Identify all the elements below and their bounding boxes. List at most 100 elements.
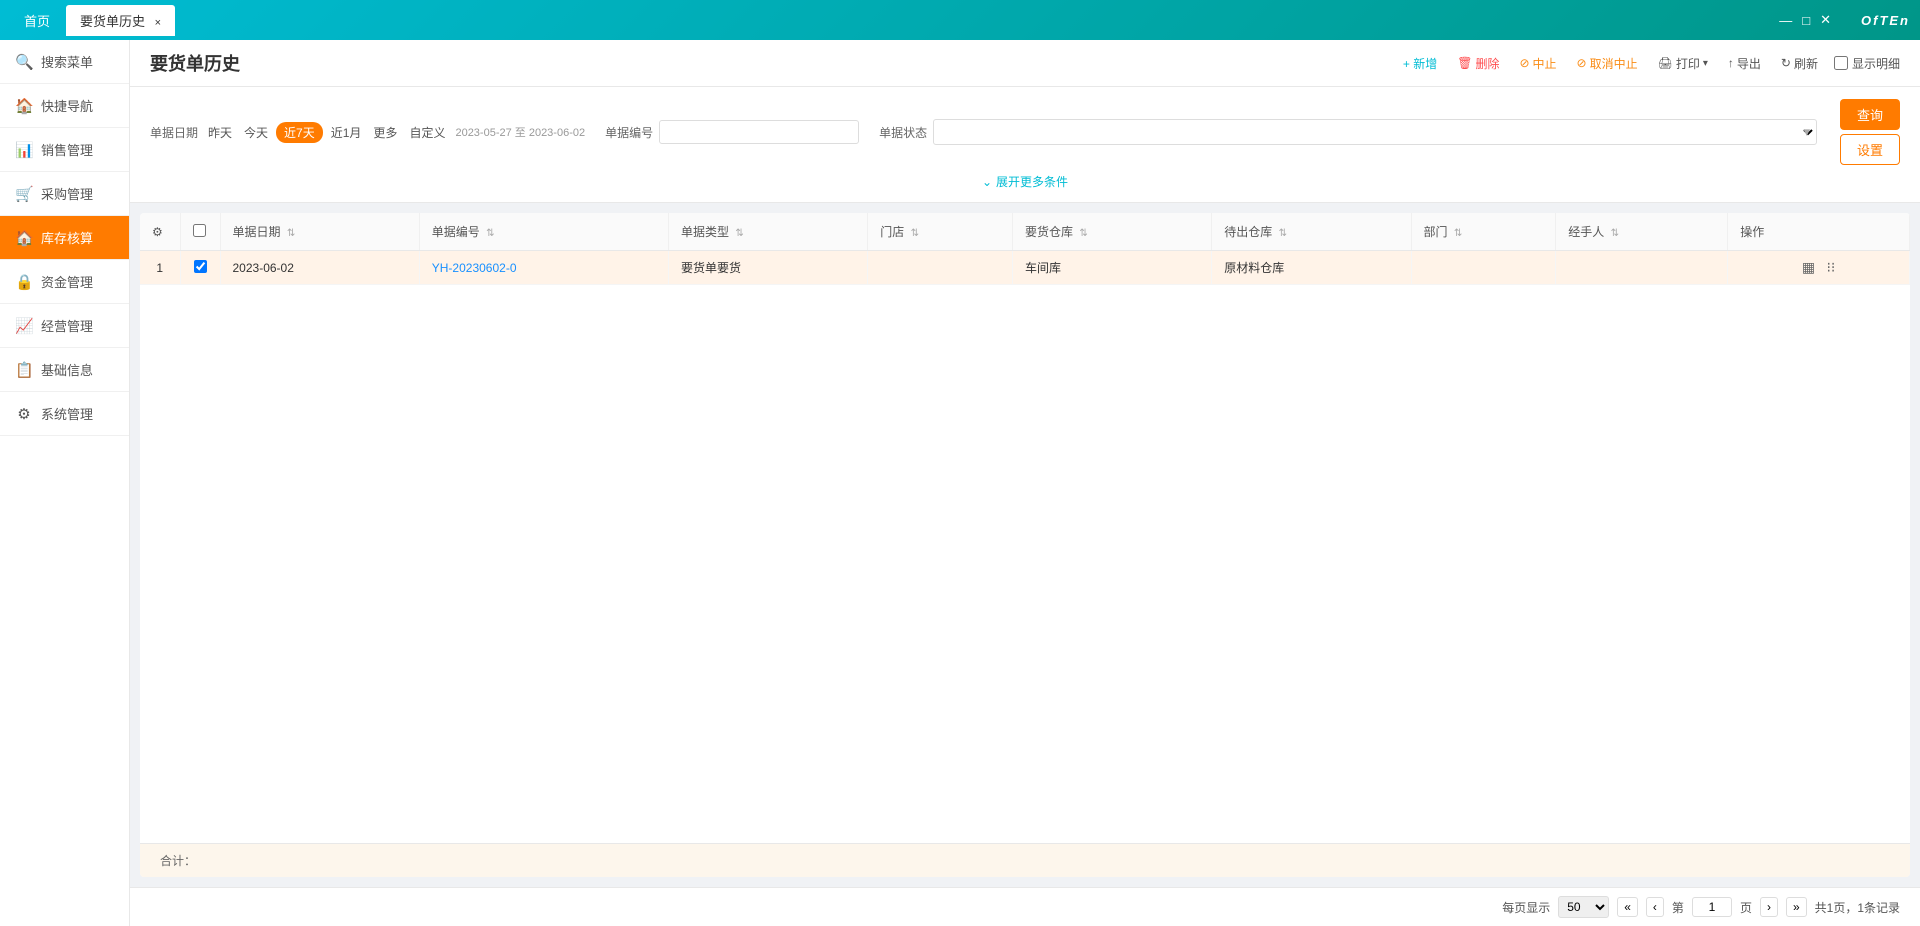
table-body: 1 2023-06-02 YH-20230602-0 要货单要货 车间库 原材料… — [140, 251, 1910, 285]
row-edit-icon[interactable]: ▦ — [1798, 257, 1819, 277]
print-icon: 🖨 — [1658, 56, 1673, 70]
cell-req-warehouse: 车间库 — [1012, 251, 1211, 285]
sidebar-item-search-menu[interactable]: 🔍 搜索菜单 — [0, 40, 129, 84]
cell-row-num: 1 — [140, 251, 180, 285]
sidebar-item-system-mgmt[interactable]: ⚙ 系统管理 — [0, 392, 129, 436]
table-scroll[interactable]: ⚙ 单据日期 ⇅ 单据编号 ⇅ — [140, 213, 1910, 843]
col-dept-label: 部门 — [1424, 225, 1448, 239]
page-number-input[interactable] — [1692, 897, 1732, 917]
info-icon: 📋 — [15, 361, 33, 379]
sidebar-item-finance-mgmt[interactable]: 🔒 资金管理 — [0, 260, 129, 304]
prev-page-button[interactable]: ‹ — [1646, 897, 1664, 917]
tab-home[interactable]: 首页 — [10, 5, 64, 36]
select-all-checkbox[interactable] — [193, 224, 206, 237]
status-filter-label: 单据状态 — [879, 124, 927, 141]
export-btn-label: 导出 — [1737, 55, 1761, 72]
window-close-icon[interactable]: ✕ — [1820, 12, 1831, 28]
cancel-stop-button[interactable]: ⊘ 取消中止 — [1573, 53, 1642, 74]
date-opt-today[interactable]: 今天 — [240, 122, 272, 143]
maximize-icon[interactable]: □ — [1802, 13, 1810, 28]
col-date-label: 单据日期 — [233, 225, 281, 239]
expand-more-btn[interactable]: ⌄ 展开更多条件 — [150, 173, 1900, 190]
order-no-input[interactable] — [659, 120, 859, 144]
next-page-button[interactable]: › — [1760, 897, 1778, 917]
new-button[interactable]: + 新增 — [1399, 53, 1441, 74]
brand-label: OfTEn — [1861, 13, 1910, 28]
stop-btn-label: 中止 — [1533, 55, 1557, 72]
last-page-button[interactable]: » — [1786, 897, 1807, 917]
date-opt-7days[interactable]: 近7天 — [276, 122, 323, 143]
gear-icon: ⚙ — [15, 405, 33, 423]
table-container: ⚙ 单据日期 ⇅ 单据编号 ⇅ — [140, 213, 1910, 877]
pagination: 每页显示 50 10 20 100 « ‹ 第 页 › » 共1页，1条记录 — [130, 887, 1920, 926]
date-options: 昨天 今天 近7天 近1月 更多 自定义 — [204, 122, 449, 143]
col-settings[interactable]: ⚙ — [140, 213, 180, 251]
table-row[interactable]: 1 2023-06-02 YH-20230602-0 要货单要货 车间库 原材料… — [140, 251, 1910, 285]
main-layout: 🔍 搜索菜单 🏠 快捷导航 📊 销售管理 🛒 采购管理 🏠 库存核算 🔒 资金管… — [0, 40, 1920, 926]
sidebar-label-search-menu: 搜索菜单 — [41, 52, 93, 71]
delete-icon: 🗑 — [1457, 56, 1472, 70]
sidebar-item-inventory[interactable]: 🏠 库存核算 — [0, 216, 129, 260]
col-pending-warehouse-label: 待出仓库 — [1224, 225, 1272, 239]
col-header-ops: 操作 — [1728, 213, 1910, 251]
show-detail-label: 显示明细 — [1852, 55, 1900, 72]
col-header-order-type[interactable]: 单据类型 ⇅ — [668, 213, 867, 251]
sidebar-item-purchase-mgmt[interactable]: 🛒 采购管理 — [0, 172, 129, 216]
col-handler-label: 经手人 — [1568, 225, 1604, 239]
lock-icon: 🔒 — [15, 273, 33, 291]
col-header-handler[interactable]: 经手人 ⇅ — [1556, 213, 1728, 251]
col-header-pending-warehouse[interactable]: 待出仓库 ⇅ — [1212, 213, 1411, 251]
date-opt-1month[interactable]: 近1月 — [327, 122, 366, 143]
delete-button[interactable]: 🗑 删除 — [1453, 53, 1503, 74]
sidebar-item-sales-mgmt[interactable]: 📊 销售管理 — [0, 128, 129, 172]
export-icon: ↑ — [1728, 56, 1734, 70]
col-header-req-warehouse[interactable]: 要货仓库 ⇅ — [1012, 213, 1211, 251]
top-bar: 首页 要货单历史 × — □ ✕ OfTEn — [0, 0, 1920, 40]
show-detail-toggle[interactable]: 显示明细 — [1834, 55, 1900, 72]
status-select[interactable] — [933, 119, 1817, 145]
print-dropdown-icon: ▾ — [1703, 58, 1708, 69]
page-size-select[interactable]: 50 10 20 100 — [1558, 896, 1609, 918]
sidebar-item-basic-info[interactable]: 📋 基础信息 — [0, 348, 129, 392]
sidebar-label-basic-info: 基础信息 — [41, 360, 93, 379]
date-opt-more[interactable]: 更多 — [369, 122, 401, 143]
col-header-date[interactable]: 单据日期 ⇅ — [220, 213, 419, 251]
filter-buttons: 查询 设置 — [1840, 99, 1900, 165]
col-store-label: 门店 — [880, 225, 904, 239]
cancel-stop-btn-label: 取消中止 — [1590, 55, 1638, 72]
refresh-button[interactable]: ↻ 刷新 — [1777, 53, 1822, 74]
tab-requisition-history[interactable]: 要货单历史 × — [66, 5, 175, 36]
status-filter: 单据状态 ▾ — [879, 119, 1810, 145]
print-button[interactable]: 🖨 打印 ▾ — [1654, 53, 1712, 74]
col-select-all[interactable] — [180, 213, 220, 251]
cell-checkbox[interactable] — [180, 251, 220, 285]
settings-button[interactable]: 设置 — [1840, 134, 1900, 165]
toolbar: + 新增 🗑 删除 ⊘ 中止 ⊘ 取消中止 🖨 打印 ▾ — [1399, 53, 1900, 74]
minimize-icon[interactable]: — — [1779, 13, 1792, 28]
export-button[interactable]: ↑ 导出 — [1724, 53, 1765, 74]
cell-date: 2023-06-02 — [220, 251, 419, 285]
page-suffix-label: 页 — [1740, 899, 1752, 916]
sidebar-item-quick-nav[interactable]: 🏠 快捷导航 — [0, 84, 129, 128]
date-opt-yesterday[interactable]: 昨天 — [204, 122, 236, 143]
footer-total-label: 合计： — [160, 854, 196, 868]
row-more-icon[interactable]: ⁝⁝ — [1822, 257, 1839, 277]
col-header-dept[interactable]: 部门 ⇅ — [1411, 213, 1556, 251]
filter-area: 单据日期 昨天 今天 近7天 近1月 更多 自定义 2023-05-27 至 2… — [130, 87, 1920, 203]
filter-row-1: 单据日期 昨天 今天 近7天 近1月 更多 自定义 2023-05-27 至 2… — [150, 99, 1900, 165]
order-no-label: 单据编号 — [605, 124, 653, 141]
col-order-type-label: 单据类型 — [681, 225, 729, 239]
tab-close-icon[interactable]: × — [155, 17, 161, 29]
date-opt-custom[interactable]: 自定义 — [405, 122, 449, 143]
cell-ops: ▦ ⁝⁝ — [1728, 251, 1910, 285]
col-header-order-no[interactable]: 单据编号 ⇅ — [419, 213, 668, 251]
query-button[interactable]: 查询 — [1840, 99, 1900, 130]
first-page-button[interactable]: « — [1617, 897, 1638, 917]
stop-button[interactable]: ⊘ 中止 — [1515, 53, 1560, 74]
cell-order-no[interactable]: YH-20230602-0 — [419, 251, 668, 285]
col-order-no-label: 单据编号 — [432, 225, 480, 239]
sidebar: 🔍 搜索菜单 🏠 快捷导航 📊 销售管理 🛒 采购管理 🏠 库存核算 🔒 资金管… — [0, 40, 130, 926]
show-detail-checkbox[interactable] — [1834, 56, 1848, 70]
col-header-store[interactable]: 门店 ⇅ — [868, 213, 1013, 251]
sidebar-item-operations-mgmt[interactable]: 📈 经营管理 — [0, 304, 129, 348]
